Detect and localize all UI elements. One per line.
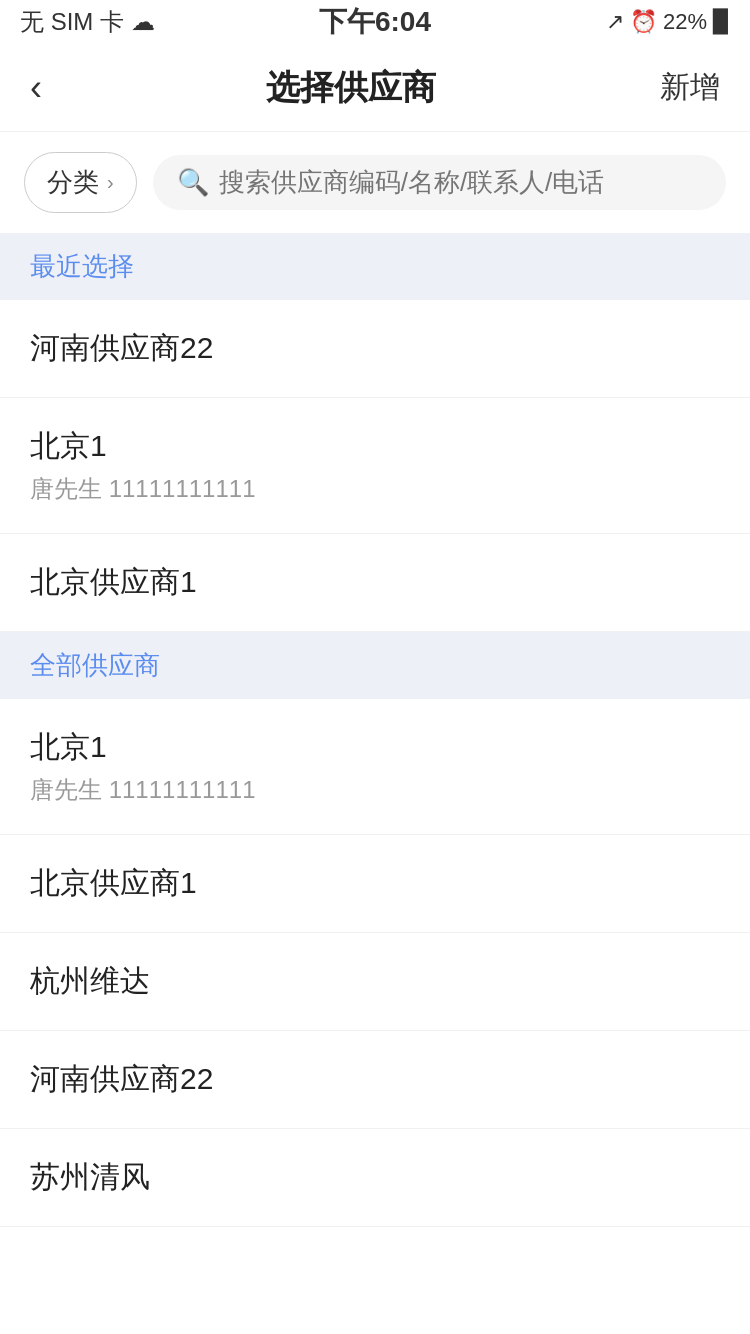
item-name: 河南供应商22 (30, 1059, 720, 1100)
page-title: 选择供应商 (266, 65, 436, 111)
list-item[interactable]: 苏州清风 (0, 1129, 750, 1227)
list-item[interactable]: 河南供应商22 (0, 1031, 750, 1129)
search-input-wrap: 🔍 (153, 155, 726, 210)
list-item[interactable]: 杭州维达 (0, 933, 750, 1031)
item-sub: 唐先生 11111111111 (30, 774, 720, 806)
search-bar: 分类 › 🔍 (0, 132, 750, 233)
list-item[interactable]: 北京供应商1 (0, 534, 750, 632)
item-name: 北京1 (30, 426, 720, 467)
status-time: 下午6:04 (319, 3, 431, 41)
category-label: 分类 (47, 165, 99, 200)
item-sub: 唐先生 11111111111 (30, 473, 720, 505)
back-button[interactable]: ‹ (30, 67, 42, 109)
section-header-all: 全部供应商 (0, 632, 750, 699)
chevron-right-icon: › (107, 171, 114, 194)
item-name: 北京1 (30, 727, 720, 768)
alarm-icon: ⏰ (630, 9, 657, 35)
search-input[interactable] (219, 167, 702, 198)
section-header-text-recent: 最近选择 (30, 251, 134, 281)
add-button[interactable]: 新增 (660, 67, 720, 108)
location-icon: ↗ (606, 9, 624, 35)
list-item[interactable]: 北京1 唐先生 11111111111 (0, 699, 750, 835)
sections-container: 最近选择河南供应商22 北京1 唐先生 11111111111 北京供应商1 全部供应商… (0, 233, 750, 1227)
search-icon: 🔍 (177, 167, 209, 198)
sim-status: 无 SIM 卡 ☁ (20, 6, 155, 38)
item-name: 北京供应商1 (30, 863, 720, 904)
item-name: 杭州维达 (30, 961, 720, 1002)
status-left: 无 SIM 卡 ☁ (20, 6, 155, 38)
battery-icon: ▉ (713, 9, 730, 35)
item-name: 河南供应商22 (30, 328, 720, 369)
item-name: 北京供应商1 (30, 562, 720, 603)
battery-status: 22% (663, 9, 707, 35)
list-item[interactable]: 北京1 唐先生 11111111111 (0, 398, 750, 534)
section-header-text-all: 全部供应商 (30, 650, 160, 680)
category-filter-button[interactable]: 分类 › (24, 152, 137, 213)
nav-bar: ‹ 选择供应商 新增 (0, 44, 750, 132)
list-item[interactable]: 河南供应商22 (0, 300, 750, 398)
status-bar: 无 SIM 卡 ☁ 下午6:04 ↗ ⏰ 22% ▉ (0, 0, 750, 44)
section-header-recent: 最近选择 (0, 233, 750, 300)
list-item[interactable]: 北京供应商1 (0, 835, 750, 933)
status-right: ↗ ⏰ 22% ▉ (606, 9, 730, 35)
item-name: 苏州清风 (30, 1157, 720, 1198)
